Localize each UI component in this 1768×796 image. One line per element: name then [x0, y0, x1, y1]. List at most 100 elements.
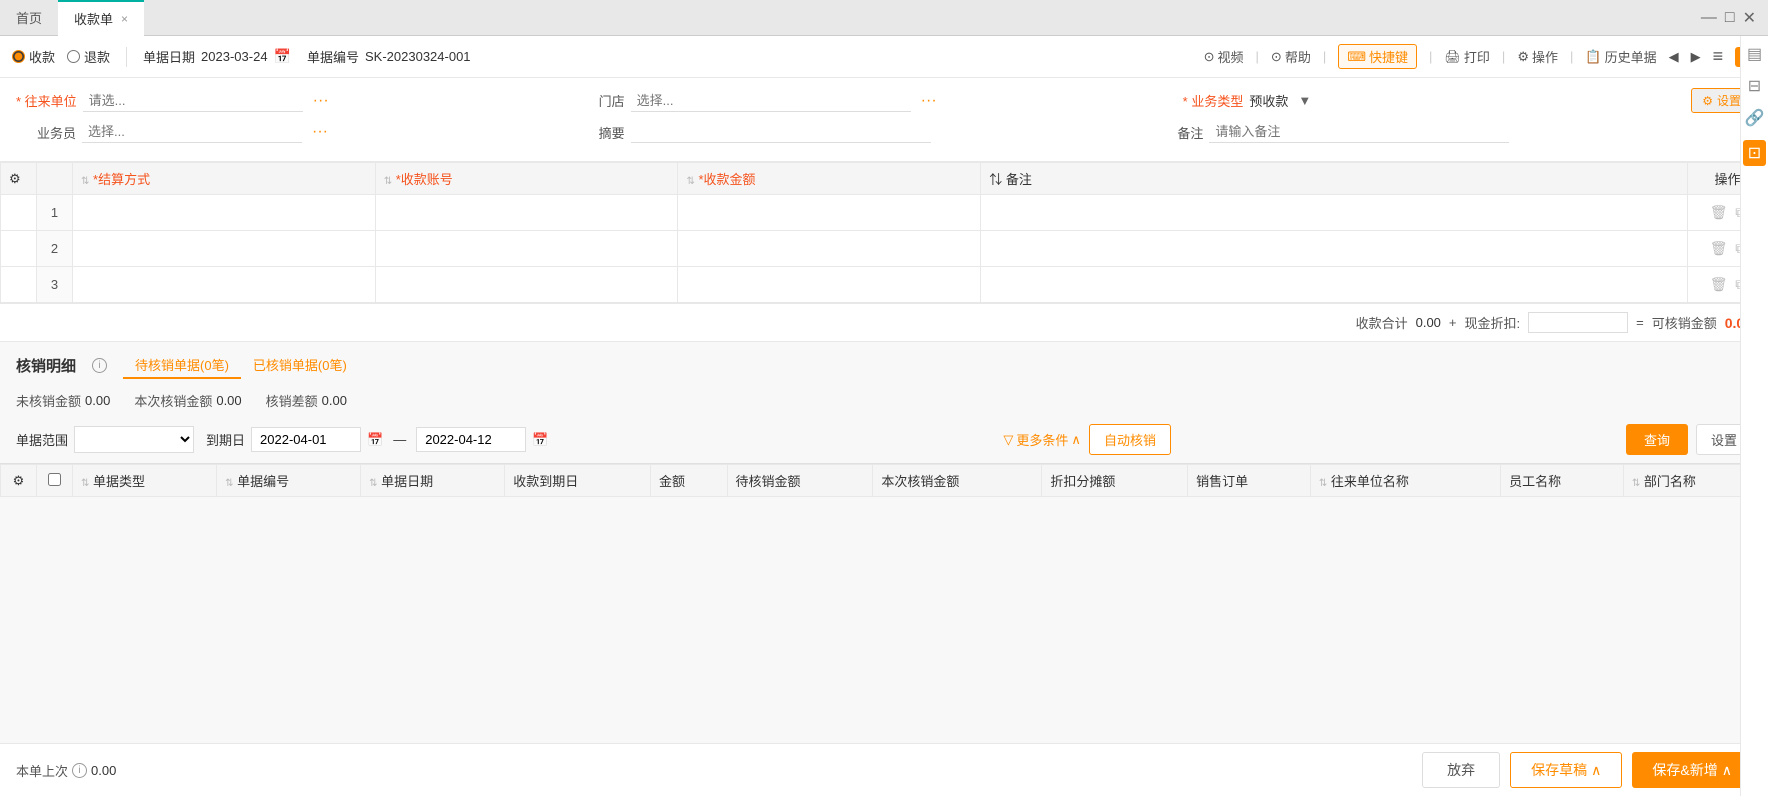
table-header-amount: ⇅ *收款金额: [678, 163, 981, 195]
calendar-icon-to[interactable]: 📅: [532, 432, 548, 448]
save-draft-label: 保存草稿: [1531, 760, 1587, 780]
voucher-no-value: SK-20230324-001: [365, 49, 471, 64]
right-panel-list-icon[interactable]: ⊟: [1748, 76, 1761, 96]
biz-type-value: 预收款: [1249, 91, 1288, 110]
prev-info-icon[interactable]: i: [72, 763, 87, 778]
filter-voucher-range-select[interactable]: [74, 426, 194, 453]
row-amount-2[interactable]: [678, 231, 981, 267]
tab-home[interactable]: 首页: [0, 0, 58, 36]
save-draft-arrow: ∧: [1591, 762, 1601, 779]
tab-bar: 首页 收款单 × — □ ✕: [0, 0, 1768, 36]
operations-btn[interactable]: ⚙ 操作: [1517, 47, 1558, 66]
row-account-3[interactable]: [375, 267, 678, 303]
row-gear-3: [1, 267, 37, 303]
toolbar-divider-1: [126, 47, 127, 67]
store-input[interactable]: [631, 90, 911, 112]
layout-list-btn[interactable]: ≡: [1713, 46, 1724, 67]
calendar-icon-from[interactable]: 📅: [367, 432, 383, 448]
summary-input[interactable]: [631, 121, 931, 143]
maximize-icon[interactable]: □: [1725, 9, 1735, 27]
mode-refund-input[interactable]: [67, 50, 80, 63]
remarks-input[interactable]: [1209, 121, 1509, 143]
row-amount-3[interactable]: [678, 267, 981, 303]
row-remarks-3[interactable]: [981, 267, 1688, 303]
summary-field: 摘要: [595, 121, 1174, 143]
row-settlement-1[interactable]: [73, 195, 376, 231]
from-unit-input[interactable]: [83, 90, 303, 112]
close-icon[interactable]: ✕: [1743, 8, 1756, 28]
total-label: 收款合计: [1356, 313, 1408, 332]
calendar-icon[interactable]: 📅: [274, 48, 291, 65]
video-btn[interactable]: ⊙ 视频: [1204, 47, 1244, 66]
next-btn[interactable]: ▶: [1691, 49, 1701, 65]
row-delete-icon-3[interactable]: 🗑: [1710, 276, 1728, 292]
rec-header-date: ⇅ 单据日期: [361, 465, 505, 497]
row-remarks-1[interactable]: [981, 195, 1688, 231]
biz-type-dropdown-icon[interactable]: ▼: [1298, 93, 1311, 108]
row-delete-icon-1[interactable]: 🗑: [1710, 204, 1728, 220]
store-more-btn[interactable]: ···: [917, 92, 941, 110]
shortcut-btn[interactable]: ⌨ 快捷键: [1338, 44, 1417, 69]
auto-reconcile-btn[interactable]: 自动核销: [1089, 424, 1171, 455]
rec-header-amount: 金额: [651, 465, 727, 497]
abandon-btn[interactable]: 放弃: [1422, 752, 1500, 788]
row-settlement-3[interactable]: [73, 267, 376, 303]
row-delete-icon-2[interactable]: 🗑: [1710, 240, 1728, 256]
right-panel-expand-icon[interactable]: ⊡: [1743, 140, 1766, 166]
table-settings-header[interactable]: ⚙: [1, 163, 37, 195]
tab-close-icon[interactable]: ×: [121, 12, 128, 26]
store-field: 门店 ···: [595, 90, 1174, 112]
history-btn[interactable]: 📋 历史单据: [1585, 47, 1656, 66]
row-account-2[interactable]: [375, 231, 678, 267]
filter-date-from[interactable]: [251, 427, 361, 452]
table-header-rownum: [37, 163, 73, 195]
table-header-account: ⇅ *收款账号: [375, 163, 678, 195]
bottom-actions: 放弃 保存草稿 ∧ 保存&新增 ∧: [1422, 752, 1752, 788]
row-num-1: 1: [37, 195, 73, 231]
filter-voucher-range-label: 单据范围: [16, 430, 68, 449]
row-amount-1[interactable]: [678, 195, 981, 231]
staff-more-btn[interactable]: ···: [308, 123, 332, 141]
remarks-field: 备注: [1173, 121, 1752, 143]
reconcile-table: ⚙ ⇅ 单据类型 ⇅ 单据编号 ⇅ 单据日期 收款到期日 金额 待核销金额 本次…: [0, 464, 1768, 497]
settings-label: 设置: [1717, 92, 1741, 109]
row-num-2: 2: [37, 231, 73, 267]
rec-header-due-date: 收款到期日: [505, 465, 651, 497]
query-btn[interactable]: 查询: [1626, 424, 1688, 455]
more-conditions-btn[interactable]: ▽ 更多条件 ∧: [1003, 430, 1081, 449]
rec-header-no: ⇅ 单据编号: [217, 465, 361, 497]
discount-input[interactable]: [1528, 312, 1628, 333]
minimize-icon[interactable]: —: [1701, 9, 1717, 27]
rec-header-gear[interactable]: ⚙: [1, 465, 37, 497]
mode-receive[interactable]: 收款: [12, 47, 55, 66]
prev-value: 0.00: [91, 763, 116, 778]
form-area: * 往来单位 ··· 门店 ··· * 业务类型 预收款 ▼ ⚙ 设置: [0, 78, 1768, 162]
prev-btn[interactable]: ◀: [1669, 49, 1679, 65]
from-unit-more-btn[interactable]: ···: [309, 92, 333, 110]
print-btn[interactable]: 🖨 打印: [1444, 47, 1490, 66]
chevron-up-icon: ∧: [1071, 432, 1081, 448]
right-panel-table-icon[interactable]: ▤: [1747, 44, 1762, 64]
filter-date-to[interactable]: [416, 427, 526, 452]
row-settlement-2[interactable]: [73, 231, 376, 267]
mode-receive-input[interactable]: [12, 50, 25, 63]
save-new-btn[interactable]: 保存&新增 ∧: [1632, 752, 1752, 788]
rec-header-checkbox[interactable]: [37, 465, 73, 497]
reconcile-tab-pending[interactable]: 待核销单据(0笔): [123, 352, 241, 379]
filter-due-date: 到期日 📅 — 📅: [206, 427, 548, 452]
right-panel-link-icon[interactable]: 🔗: [1745, 108, 1765, 128]
row-remarks-2[interactable]: [981, 231, 1688, 267]
reconcile-tab-done[interactable]: 已核销单据(0笔): [241, 352, 359, 379]
save-draft-btn[interactable]: 保存草稿 ∧: [1510, 752, 1622, 788]
row-account-1[interactable]: [375, 195, 678, 231]
help-btn[interactable]: ⊙ 帮助: [1271, 47, 1311, 66]
from-unit-field: * 往来单位 ···: [16, 90, 595, 112]
rec-select-all[interactable]: [48, 473, 61, 486]
mode-refund[interactable]: 退款: [67, 47, 110, 66]
reconcile-info-icon[interactable]: i: [92, 358, 107, 373]
tab-current[interactable]: 收款单 ×: [58, 0, 144, 36]
staff-label: 业务员: [16, 123, 76, 142]
table-header-remarks: ⇅ 备注: [981, 163, 1688, 195]
stat-current-label: 本次核销金额: [134, 391, 212, 410]
staff-input[interactable]: [82, 121, 302, 143]
